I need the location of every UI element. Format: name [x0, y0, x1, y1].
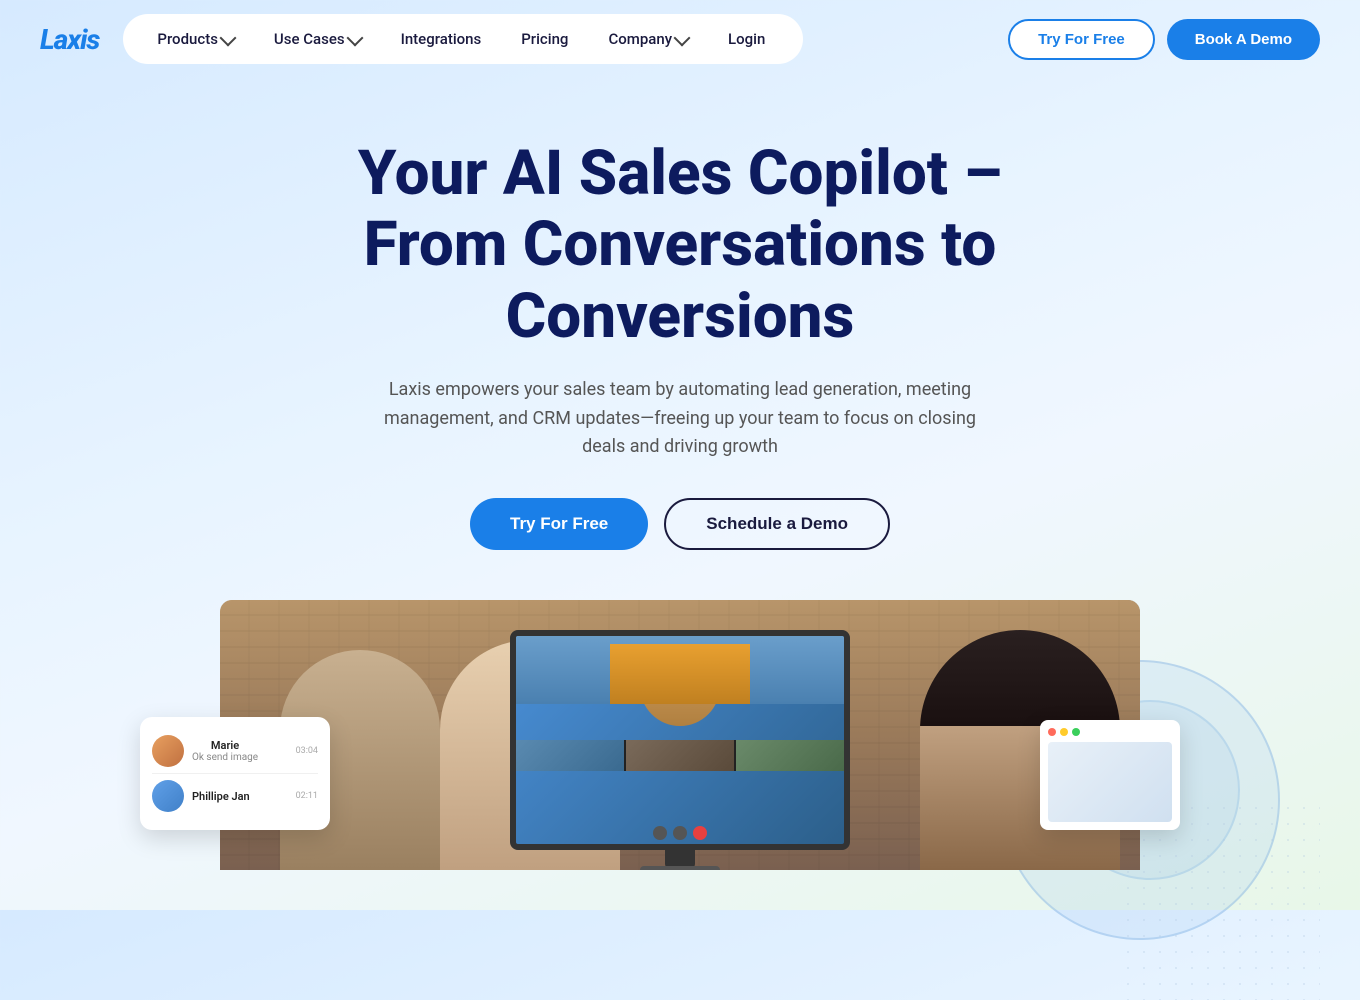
try-for-free-button[interactable]: Try For Free [1008, 19, 1155, 60]
monitor-stand [665, 848, 695, 868]
video-screen [516, 636, 844, 844]
book-demo-button[interactable]: Book A Demo [1167, 19, 1320, 60]
hero-section: Your AI Sales Copilot – From Conversatio… [0, 78, 1360, 910]
nav-item-use-cases[interactable]: Use Cases [256, 22, 379, 56]
main-speaker-tile [516, 636, 844, 704]
logo[interactable]: Laxis [40, 23, 99, 56]
video-icon [673, 826, 687, 840]
chat-info-phillipe: Phillipe Jan [192, 790, 250, 803]
hero-image-container: ✕ ✕ [200, 600, 1160, 870]
end-call-icon [693, 826, 707, 840]
chevron-down-icon [219, 29, 236, 46]
chat-item-phillipe: Phillipe Jan 02:11 [152, 774, 318, 818]
browser-card [1040, 720, 1180, 830]
meeting-background [220, 600, 1140, 870]
video-thumbnails [516, 740, 844, 771]
chat-avatar-marie [152, 735, 184, 767]
nav-item-login[interactable]: Login [710, 22, 783, 56]
speaker-top [610, 644, 750, 704]
chat-item-marie: Marie Ok send image 03:04 [152, 729, 318, 774]
nav-item-integrations[interactable]: Integrations [383, 22, 500, 56]
hero-try-free-button[interactable]: Try For Free [470, 498, 648, 550]
close-dot [1048, 728, 1056, 736]
video-monitor [510, 630, 850, 850]
hero-headline: Your AI Sales Copilot – From Conversatio… [230, 138, 1130, 352]
thumb-2 [626, 740, 734, 771]
grid-dots-decoration [1120, 800, 1320, 1000]
mute-icon [653, 826, 667, 840]
nav-item-company[interactable]: Company [590, 22, 706, 56]
hero-meeting-image [220, 600, 1140, 870]
hero-schedule-demo-button[interactable]: Schedule a Demo [664, 498, 890, 550]
chat-overlay-card: Marie Ok send image 03:04 Phillipe Jan 0… [140, 717, 330, 830]
chat-info-marie: Marie Ok send image [192, 739, 258, 763]
hero-buttons: Try For Free Schedule a Demo [20, 498, 1340, 550]
nav-links: Products Use Cases Integrations Pricing … [123, 14, 803, 64]
hero-subtext: Laxis empowers your sales team by automa… [370, 376, 990, 462]
nav-right: Try For Free Book A Demo [1008, 19, 1320, 60]
nav-item-pricing[interactable]: Pricing [503, 22, 586, 56]
chat-avatar-phillipe [152, 780, 184, 812]
chevron-down-icon [346, 29, 363, 46]
browser-traffic-lights [1048, 728, 1172, 736]
nav-item-products[interactable]: Products [139, 22, 252, 56]
browser-content-preview [1048, 742, 1172, 822]
thumb-3 [736, 740, 844, 771]
minimize-dot [1060, 728, 1068, 736]
chevron-down-icon [674, 29, 691, 46]
maximize-dot [1072, 728, 1080, 736]
call-controls [653, 826, 707, 840]
monitor-base [640, 866, 720, 870]
thumb-1 [516, 740, 624, 771]
